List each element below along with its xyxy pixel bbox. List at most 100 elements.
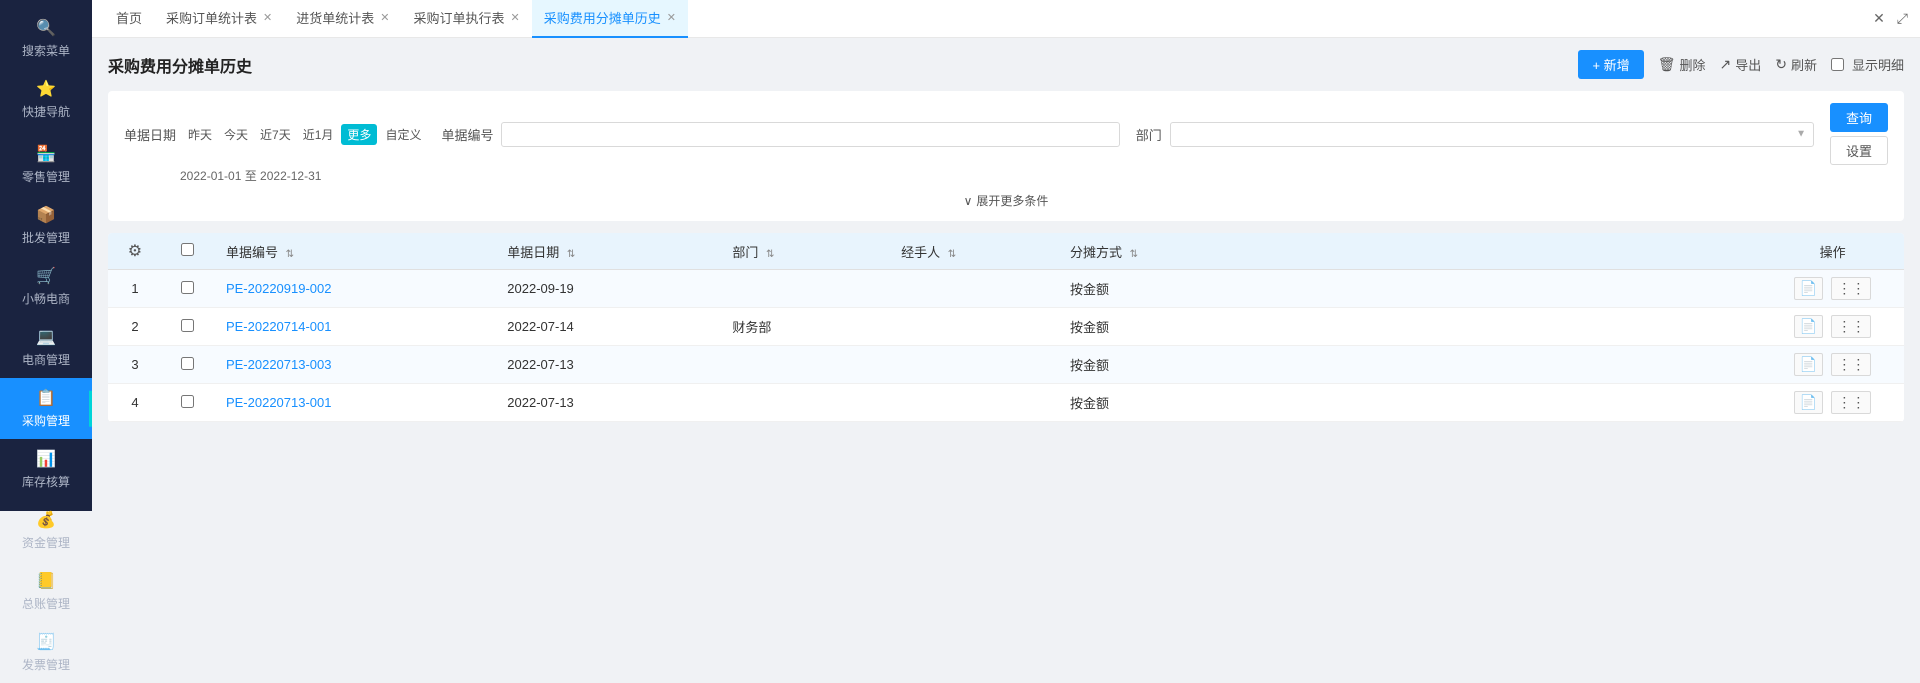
sidebar-item-finance-mgmt[interactable]: 💰 资金管理 — [0, 500, 92, 561]
date-btn-today[interactable]: 今天 — [220, 124, 252, 145]
row-checkbox-1[interactable] — [181, 319, 194, 332]
select-all-checkbox[interactable] — [181, 243, 194, 256]
row-view-icon-0[interactable]: 📄 — [1794, 277, 1823, 300]
sidebar-item-quick-nav[interactable]: ⭐ 快捷导航 — [0, 69, 92, 130]
tab-purchase-cost-split[interactable]: 采购费用分摊单历史 ✕ — [532, 0, 688, 38]
row-dept-3 — [720, 384, 889, 422]
doc-no-label: 单据编号 — [441, 125, 493, 144]
show-columns-input[interactable] — [1831, 58, 1844, 71]
sidebar-item-label-finance-mgmt: 资金管理 — [22, 536, 70, 550]
show-columns-checkbox[interactable]: 显示明细 — [1831, 55, 1904, 74]
row-checkbox-0[interactable] — [181, 281, 194, 294]
th-doc-no: 单据编号 ⇅ — [214, 233, 495, 270]
dept-label: 部门 — [1136, 125, 1162, 144]
row-handler-2 — [889, 346, 1058, 384]
sidebar-item-purchase-mgmt[interactable]: 📋 采购管理 — [0, 378, 92, 439]
row-handler-1 — [889, 308, 1058, 346]
sidebar-item-mini-ecommerce[interactable]: 🛒 小畅电商 — [0, 256, 92, 317]
sidebar-item-label-ledger-mgmt: 总账管理 — [22, 597, 70, 611]
tab-purchase-order-exec-label: 采购订单执行表 — [413, 8, 504, 27]
sidebar: 🔍 搜索菜单 ⭐ 快捷导航 🏪 零售管理 📦 批发管理 🛒 小畅电商 💻 电商管… — [0, 0, 92, 511]
delete-label: 删除 — [1679, 55, 1705, 74]
sidebar-item-retail-mgmt[interactable]: 🏪 零售管理 — [0, 134, 92, 195]
th-split-method: 分摊方式 ⇅ — [1058, 233, 1761, 270]
row-doc-no-link-3[interactable]: PE-20220713-001 — [226, 395, 332, 410]
date-btn-more[interactable]: 更多 — [341, 124, 377, 145]
table-row: 1 PE-20220919-002 2022-09-19 按金额 📄 ⋮⋮ — [108, 270, 1904, 308]
tab-purchase-order-exec[interactable]: 采购订单执行表 ✕ — [401, 0, 531, 38]
refresh-button[interactable]: ↻ 刷新 — [1775, 55, 1817, 74]
table-container: ⚙ 单据编号 ⇅ 单据日期 ⇅ — [108, 233, 1904, 422]
query-button[interactable]: 查询 — [1830, 103, 1888, 132]
row-more-icon-0[interactable]: ⋮⋮ — [1831, 277, 1871, 300]
th-handler-sort[interactable]: ⇅ — [948, 249, 956, 260]
row-checkbox-2[interactable] — [181, 357, 194, 370]
th-split-method-sort[interactable]: ⇅ — [1130, 249, 1138, 260]
row-check-2 — [162, 346, 214, 384]
add-button[interactable]: + 新增 — [1578, 50, 1643, 79]
sidebar-item-ledger-mgmt[interactable]: 📒 总账管理 — [0, 561, 92, 622]
page-header: 采购费用分摊单历史 + 新增 🗑 删除 ↗ 导出 ↻ 刷新 显示明细 — [108, 50, 1904, 79]
tab-close-all-icon[interactable]: ✕ — [1873, 10, 1885, 27]
table-header-row: ⚙ 单据编号 ⇅ 单据日期 ⇅ — [108, 233, 1904, 270]
sidebar-item-ecommerce-mgmt[interactable]: 💻 电商管理 — [0, 317, 92, 378]
tab-purchase-order-stats[interactable]: 采购订单统计表 ✕ — [154, 0, 284, 38]
tab-inbound-stats-close[interactable]: ✕ — [380, 11, 389, 24]
tab-purchase-cost-split-close[interactable]: ✕ — [667, 11, 676, 24]
th-dept-sort[interactable]: ⇅ — [766, 249, 774, 260]
delete-button[interactable]: 🗑 删除 — [1658, 55, 1706, 74]
th-doc-date: 单据日期 ⇅ — [495, 233, 720, 270]
export-icon: ↗ — [1719, 56, 1731, 73]
row-doc-date-2: 2022-07-13 — [495, 346, 720, 384]
export-button[interactable]: ↗ 导出 — [1719, 55, 1761, 74]
settings-button[interactable]: 设置 — [1830, 136, 1888, 165]
date-filter-label: 单据日期 — [124, 125, 176, 144]
row-more-icon-2[interactable]: ⋮⋮ — [1831, 353, 1871, 376]
row-doc-no-1: PE-20220714-001 — [214, 308, 495, 346]
th-split-method-label: 分摊方式 — [1070, 245, 1122, 260]
tab-inbound-stats[interactable]: 进货单统计表 ✕ — [284, 0, 401, 38]
filter-group-docno: 单据编号 — [441, 122, 1119, 147]
sidebar-item-wholesale-mgmt[interactable]: 📦 批发管理 — [0, 195, 92, 256]
tab-home[interactable]: 首页 — [104, 0, 154, 38]
date-range-display: 2022-01-01 至 2022-12-31 — [180, 167, 1888, 184]
search-menu-icon: 🔍 — [4, 18, 88, 38]
date-btn-custom[interactable]: 自定义 — [381, 124, 425, 145]
date-btn-1month[interactable]: 近1月 — [299, 124, 338, 145]
date-btn-7days[interactable]: 近7天 — [256, 124, 295, 145]
table-row: 3 PE-20220713-003 2022-07-13 按金额 📄 ⋮⋮ — [108, 346, 1904, 384]
th-doc-no-sort[interactable]: ⇅ — [286, 249, 294, 260]
dept-select[interactable] — [1170, 122, 1814, 147]
tab-purchase-order-exec-close[interactable]: ✕ — [511, 11, 520, 24]
tab-purchase-order-stats-close[interactable]: ✕ — [263, 11, 272, 24]
th-checkbox — [162, 233, 214, 270]
th-handler-label: 经手人 — [901, 245, 940, 260]
row-view-icon-3[interactable]: 📄 — [1794, 391, 1823, 414]
row-view-icon-1[interactable]: 📄 — [1794, 315, 1823, 338]
row-doc-no-link-1[interactable]: PE-20220714-001 — [226, 319, 332, 334]
row-checkbox-3[interactable] — [181, 395, 194, 408]
sidebar-item-invoice-mgmt[interactable]: 🧾 发票管理 — [0, 622, 92, 683]
doc-no-input[interactable] — [501, 122, 1119, 147]
date-btn-yesterday[interactable]: 昨天 — [184, 124, 216, 145]
row-check-3 — [162, 384, 214, 422]
table-settings-btn[interactable]: ⚙ — [128, 241, 142, 261]
filter-row: 单据日期 昨天 今天 近7天 近1月 更多 自定义 单据编号 — [124, 103, 1888, 165]
tab-expand-icon[interactable]: ⤢ — [1897, 10, 1908, 27]
row-more-icon-1[interactable]: ⋮⋮ — [1831, 315, 1871, 338]
th-dept: 部门 ⇅ — [720, 233, 889, 270]
sidebar-item-label-ecommerce-mgmt: 电商管理 — [22, 353, 70, 367]
row-doc-no-link-2[interactable]: PE-20220713-003 — [226, 357, 332, 372]
sidebar-item-search-menu[interactable]: 🔍 搜索菜单 — [0, 8, 92, 69]
expand-more-btn[interactable]: ∨ 展开更多条件 — [124, 192, 1888, 209]
table-row: 4 PE-20220713-001 2022-07-13 按金额 📄 ⋮⋮ — [108, 384, 1904, 422]
dept-select-wrapper — [1170, 122, 1814, 147]
sidebar-item-inventory[interactable]: 📊 库存核算 — [0, 439, 92, 500]
row-more-icon-3[interactable]: ⋮⋮ — [1831, 391, 1871, 414]
th-action: 操作 — [1761, 233, 1904, 270]
row-doc-no-link-0[interactable]: PE-20220919-002 — [226, 281, 332, 296]
row-view-icon-2[interactable]: 📄 — [1794, 353, 1823, 376]
row-action-0: 📄 ⋮⋮ — [1761, 270, 1904, 308]
page-title: 采购费用分摊单历史 — [108, 53, 252, 77]
th-doc-date-sort[interactable]: ⇅ — [567, 249, 575, 260]
